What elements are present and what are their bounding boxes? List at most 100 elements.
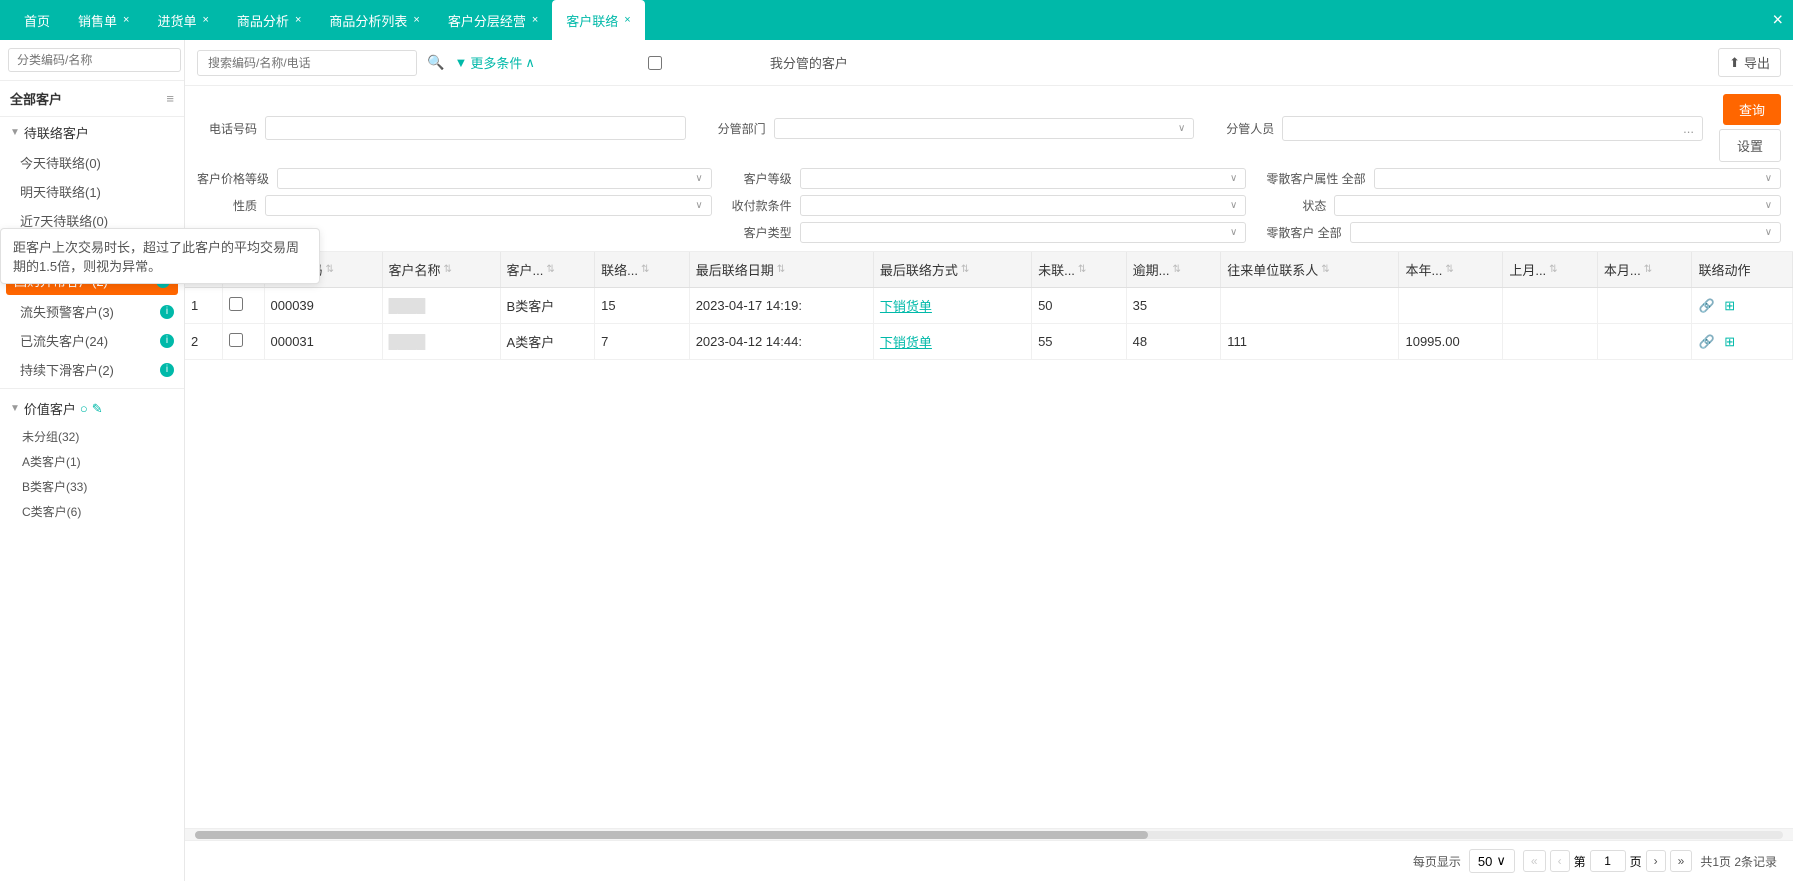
close-product-list-icon[interactable]: × <box>413 14 419 26</box>
sidebar-item-churn-warning[interactable]: 流失预警客户(3) i <box>0 297 184 326</box>
sidebar-scroll-area: ▼ 待联络客户 今天待联络(0) 明天待联络(1) 近7天待联络(0) 逾期未联… <box>0 117 184 881</box>
code-sort-icon[interactable]: ⇅ <box>326 264 334 275</box>
value-customers-edit-icon[interactable]: ○ <box>80 401 88 416</box>
price-level-select[interactable]: ∨ <box>277 168 712 189</box>
total-records-label: 共1页 2条记录 <box>1700 853 1777 870</box>
horizontal-scrollbar[interactable] <box>185 828 1793 840</box>
sidebar-item-declining[interactable]: 持续下滑客户(2) i <box>0 355 184 384</box>
my-customers-check[interactable] <box>545 56 765 70</box>
scatter-customer-select[interactable]: ∨ <box>1350 222 1781 243</box>
table-header-row: ⚙ 客户编码 ⇅ <box>185 252 1793 288</box>
more-conditions-arrow-icon: ∧ <box>525 55 535 71</box>
prev-page-button[interactable]: ‹ <box>1550 850 1570 872</box>
person-dots[interactable]: ... <box>1683 121 1694 136</box>
nav-item-product-list[interactable]: 商品分析列表 × <box>315 0 433 40</box>
row1-link-action-icon[interactable]: 🔗 <box>1698 298 1714 313</box>
churn-warning-info-icon[interactable]: i <box>160 305 174 319</box>
nature-select[interactable]: ∨ <box>265 195 712 216</box>
last-month-sort-icon[interactable]: ⇅ <box>1549 264 1557 275</box>
scatter-attr-down-icon: ∨ <box>1765 173 1772 184</box>
nav-item-sales[interactable]: 销售单 × <box>64 0 143 40</box>
row2-select-checkbox[interactable] <box>229 333 243 347</box>
overdue-sort-icon[interactable]: ⇅ <box>1173 264 1181 275</box>
more-conditions-button[interactable]: ▼ 更多条件 ∧ <box>454 53 534 72</box>
nav-item-product-analysis[interactable]: 商品分析 × <box>223 0 315 40</box>
col-last-contact-method: 最后联络方式 ⇅ <box>873 252 1031 288</box>
dept-select[interactable]: ∨ <box>774 118 1195 139</box>
value-customers-edit2-icon[interactable]: ✎ <box>92 401 103 417</box>
nav-item-customer-ops[interactable]: 客户分层经营 × <box>434 0 552 40</box>
row2-grid-action-icon[interactable]: ⊞ <box>1724 334 1735 349</box>
person-select[interactable]: ... <box>1282 116 1703 141</box>
churned-info-icon[interactable]: i <box>160 334 174 348</box>
row2-link-action-icon[interactable]: 🔗 <box>1698 334 1714 349</box>
sidebar-search-input[interactable] <box>8 48 181 72</box>
nav-item-home[interactable]: 首页 <box>10 0 64 40</box>
declining-info-icon[interactable]: i <box>160 363 174 377</box>
filter-cell-status: 状态 ∨ <box>1266 195 1781 216</box>
last-page-button[interactable]: » <box>1670 850 1693 872</box>
sidebar-all-customers[interactable]: 全部客户 ≡ <box>0 81 184 117</box>
date-sort-icon[interactable]: ⇅ <box>777 264 785 275</box>
row1-uncontacted: 50 <box>1032 288 1127 324</box>
page-number-input[interactable] <box>1590 850 1626 872</box>
setting-button[interactable]: 设置 <box>1719 129 1781 162</box>
row2-this-year: 10995.00 <box>1399 324 1503 360</box>
method-sort-icon[interactable]: ⇅ <box>961 264 969 275</box>
filter-cell-nature: 性质 ∨ <box>197 195 712 216</box>
table-wrapper: ⚙ 客户编码 ⇅ <box>185 252 1793 828</box>
customer-type-select[interactable]: ∨ <box>800 222 1247 243</box>
phone-label: 电话号码 <box>197 120 257 137</box>
close-purchase-icon[interactable]: × <box>202 14 208 26</box>
uncontacted-sort-icon[interactable]: ⇅ <box>1078 264 1086 275</box>
row1-checkbox <box>222 288 264 324</box>
close-product-analysis-icon[interactable]: × <box>295 14 301 26</box>
nav-item-purchase[interactable]: 进货单 × <box>143 0 222 40</box>
class-sort-icon[interactable]: ⇅ <box>546 264 554 275</box>
close-customer-contact-icon[interactable]: × <box>624 14 630 26</box>
sidebar-group-value-customers[interactable]: ▼ 价值客户 ○ ✎ <box>0 393 184 424</box>
sidebar-item-churned[interactable]: 已流失客户(24) i <box>0 326 184 355</box>
row1-method-link[interactable]: 下销货单 <box>880 299 932 314</box>
customer-search-input[interactable] <box>197 50 417 76</box>
filter-cell-customer-type: 客户类型 ∨ <box>732 222 1247 243</box>
payment-select[interactable]: ∨ <box>800 195 1247 216</box>
name-sort-icon[interactable]: ⇅ <box>444 264 452 275</box>
sidebar-toggle-icon[interactable]: ≡ <box>166 91 174 106</box>
sidebar-item-today[interactable]: 今天待联络(0) <box>0 148 184 177</box>
query-button[interactable]: 查询 <box>1723 94 1781 125</box>
customer-level-select[interactable]: ∨ <box>800 168 1247 189</box>
close-sales-icon[interactable]: × <box>123 14 129 26</box>
customer-level-down-icon: ∨ <box>1230 173 1237 184</box>
scrollbar-thumb[interactable] <box>195 831 1148 839</box>
row1-grid-action-icon[interactable]: ⊞ <box>1724 298 1735 313</box>
nav-item-customer-contact[interactable]: 客户联络 × <box>552 0 644 40</box>
status-label: 状态 <box>1266 197 1326 214</box>
row2-method-link[interactable]: 下销货单 <box>880 335 932 350</box>
scatter-attr-select[interactable]: ∨ <box>1374 168 1781 189</box>
this-year-sort-icon[interactable]: ⇅ <box>1445 264 1453 275</box>
contact-sort-icon[interactable]: ⇅ <box>641 264 649 275</box>
row1-select-checkbox[interactable] <box>229 297 243 311</box>
row1-this-month <box>1597 288 1692 324</box>
status-select[interactable]: ∨ <box>1334 195 1781 216</box>
per-page-select[interactable]: 50 ∨ <box>1469 849 1515 873</box>
sidebar-item-ungrouped[interactable]: 未分组(32) <box>0 424 184 449</box>
customer-search-icon[interactable]: 🔍 <box>427 54 444 71</box>
sidebar-item-tomorrow[interactable]: 明天待联络(1) <box>0 177 184 206</box>
sidebar-section-pending[interactable]: ▼ 待联络客户 <box>0 117 184 148</box>
close-customer-ops-icon[interactable]: × <box>532 14 538 26</box>
phone-input[interactable] <box>265 116 686 140</box>
close-all-tabs-button[interactable]: × <box>1772 10 1783 31</box>
app-container: 首页 销售单 × 进货单 × 商品分析 × 商品分析列表 × 客户分层经营 × … <box>0 0 1793 881</box>
sidebar-item-class-c[interactable]: C类客户(6) <box>0 499 184 524</box>
this-month-sort-icon[interactable]: ⇅ <box>1644 264 1652 275</box>
related-sort-icon[interactable]: ⇅ <box>1321 264 1329 275</box>
sidebar-item-class-b[interactable]: B类客户(33) <box>0 474 184 499</box>
sidebar-item-class-a[interactable]: A类客户(1) <box>0 449 184 474</box>
my-customers-checkbox[interactable]: 我分管的客户 <box>545 53 848 72</box>
next-page-button[interactable]: › <box>1646 850 1666 872</box>
row1-last-month <box>1503 288 1598 324</box>
first-page-button[interactable]: « <box>1523 850 1546 872</box>
export-button[interactable]: ⬆ 导出 <box>1718 48 1781 77</box>
